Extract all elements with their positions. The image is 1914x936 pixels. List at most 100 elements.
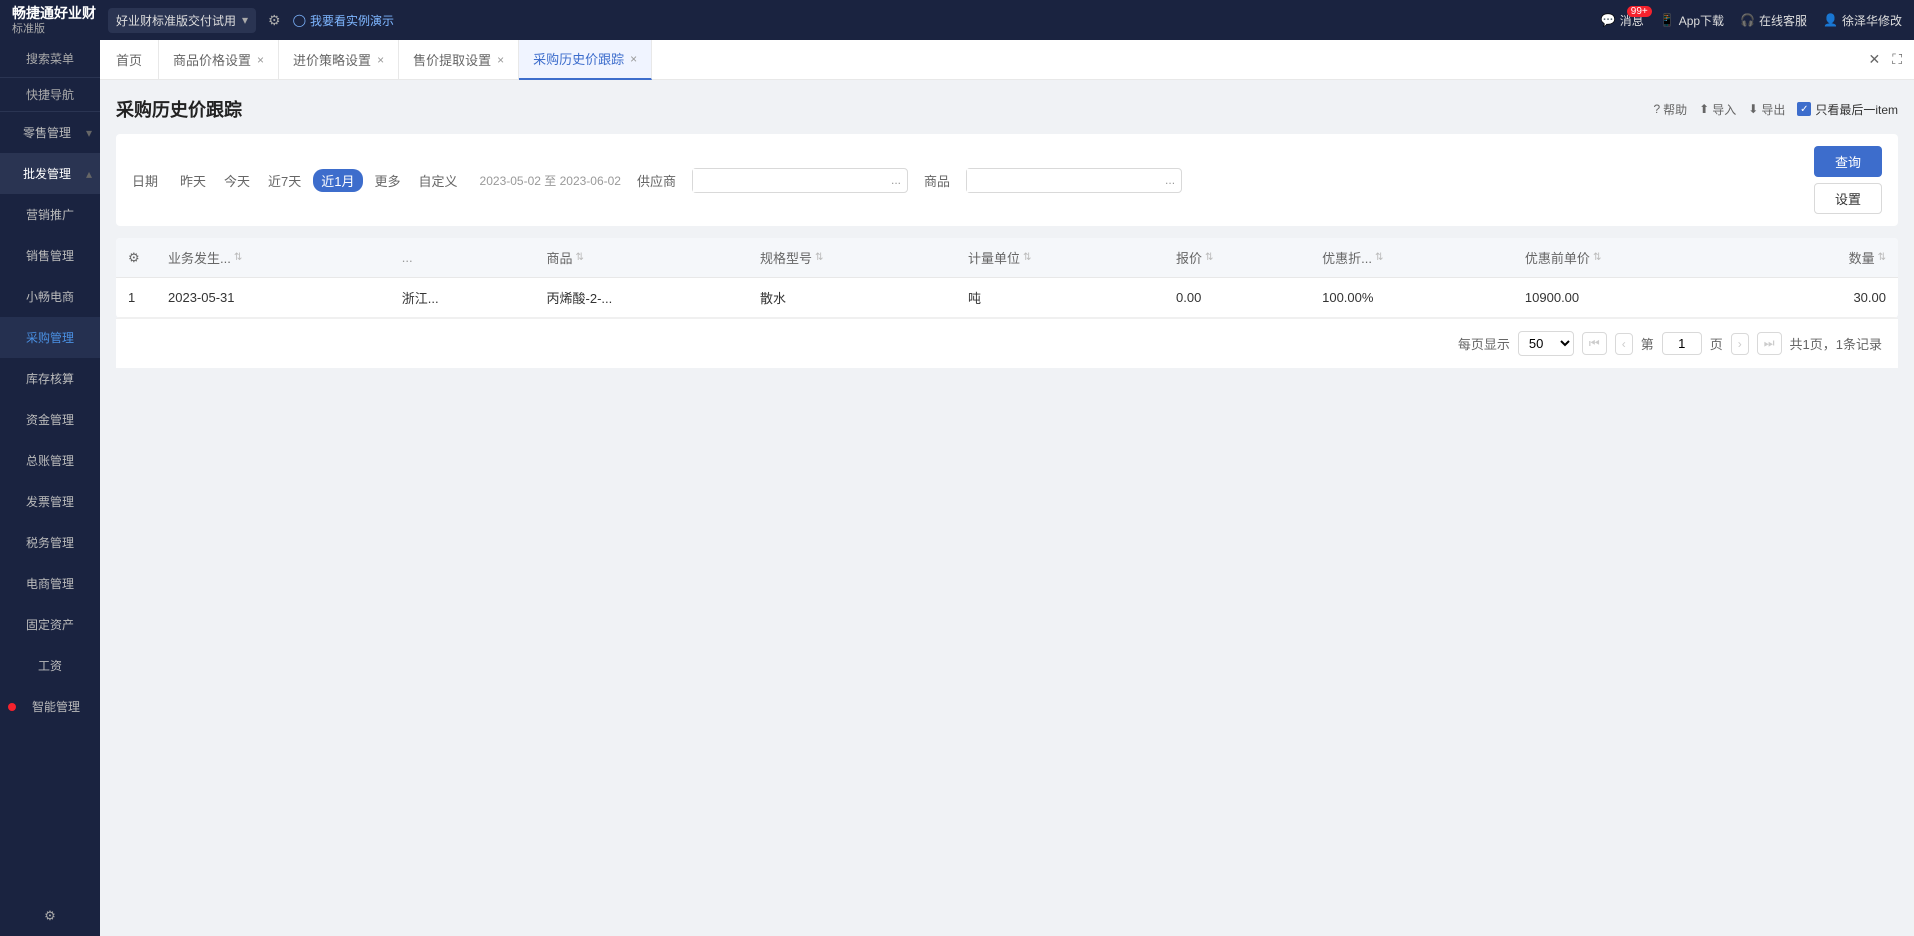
date-options: 昨天 今天 近7天 近1月 更多 自定义 — [174, 169, 464, 192]
page-input[interactable] — [1662, 332, 1702, 355]
sidebar-item-ecommerce[interactable]: 电商管理 — [0, 563, 100, 604]
page-label: 第 — [1641, 334, 1654, 353]
tab-strategy-label: 进价策略设置 — [293, 50, 371, 69]
sidebar-label-assets: 固定资产 — [8, 616, 92, 633]
online-service-btn[interactable]: 🎧 在线客服 — [1740, 12, 1807, 29]
cell-qty: 30.00 — [1752, 278, 1898, 318]
tab-home[interactable]: 首页 — [100, 40, 159, 80]
settings-icon[interactable]: ⚙ — [268, 12, 281, 29]
export-label: 导出 — [1761, 101, 1785, 118]
sidebar-item-finance[interactable]: 资金管理 — [0, 399, 100, 440]
app-download-btn[interactable]: 📱 App下载 — [1660, 12, 1724, 29]
sidebar-item-smart[interactable]: 智能管理 — [0, 686, 100, 727]
tab-history-price[interactable]: 采购历史价跟踪 × — [519, 40, 652, 80]
sidebar-label-wholesale: 批发管理 — [8, 165, 86, 182]
sidebar-item-tax[interactable]: 税务管理 — [0, 522, 100, 563]
th-spec[interactable]: 规格型号 ⇅ — [748, 238, 956, 278]
page-actions: ? 帮助 ⬆ 导入 ⬇ 导出 ✓ 只看最后一item — [1653, 101, 1898, 118]
setting-button[interactable]: 设置 — [1814, 183, 1882, 214]
sidebar-item-assets[interactable]: 固定资产 — [0, 604, 100, 645]
table-header-row: ⚙ 业务发生... ⇅ ... — [116, 238, 1898, 278]
th-qty[interactable]: 数量 ⇅ — [1752, 238, 1898, 278]
sidebar-item-retail[interactable]: 零售管理 ▾ — [0, 112, 100, 153]
cell-unit: 吨 — [956, 278, 1164, 318]
goods-more-btn[interactable]: ... — [1159, 169, 1181, 191]
supplier-input[interactable] — [693, 169, 885, 192]
tab-maximize-icon[interactable]: ⛶ — [1888, 47, 1906, 72]
help-link[interactable]: ? 帮助 — [1653, 101, 1687, 118]
th-ellipsis[interactable]: ... — [390, 238, 535, 278]
only-latest-toggle[interactable]: ✓ 只看最后一item — [1797, 101, 1898, 118]
top-bar-right: 💬 消息 99+ 📱 App下载 🎧 在线客服 👤 徐泽华修改 — [1601, 12, 1902, 29]
date-opt-last1m[interactable]: 近1月 — [313, 169, 362, 192]
date-opt-today[interactable]: 今天 — [218, 169, 256, 192]
goods-input[interactable] — [967, 169, 1159, 192]
sidebar-item-account[interactable]: 总账管理 — [0, 440, 100, 481]
th-biz-date[interactable]: 业务发生... ⇅ — [156, 238, 390, 278]
sidebar-quick-nav[interactable]: 快捷导航 — [0, 78, 100, 112]
sidebar-item-marketing[interactable]: 营销推广 — [0, 194, 100, 235]
tab-history-price-close[interactable]: × — [630, 52, 637, 66]
sidebar-label-salary: 工资 — [8, 657, 92, 674]
date-opt-last7[interactable]: 近7天 — [262, 169, 307, 192]
sidebar-label-purchase: 采购管理 — [8, 329, 92, 346]
date-opt-custom[interactable]: 自定义 — [413, 169, 464, 192]
tab-sale-price-close[interactable]: × — [497, 53, 504, 67]
sidebar-item-salary[interactable]: 工资 — [0, 645, 100, 686]
th-pre-discount[interactable]: 优惠前单价 ⇅ — [1513, 238, 1752, 278]
sidebar-gear-btn[interactable]: ⚙ — [0, 896, 100, 936]
tab-strategy-close[interactable]: × — [377, 53, 384, 67]
sidebar-item-purchase[interactable]: 采购管理 — [0, 317, 100, 358]
sort-discount-icon: ⇅ — [1375, 252, 1383, 263]
date-opt-more[interactable]: 更多 — [369, 169, 407, 192]
sidebar-item-inventory[interactable]: 库存核算 — [0, 358, 100, 399]
query-button[interactable]: 查询 — [1814, 146, 1882, 177]
sidebar-search[interactable]: 搜索菜单 — [0, 40, 100, 78]
supplier-more-btn[interactable]: ... — [885, 169, 907, 191]
sidebar-item-ecommerce-small[interactable]: 小畅电商 — [0, 276, 100, 317]
sidebar-label-account: 总账管理 — [8, 452, 92, 469]
th-discount[interactable]: 优惠折... ⇅ — [1310, 238, 1513, 278]
goods-input-wrap: ... — [966, 168, 1182, 193]
th-unit[interactable]: 计量单位 ⇅ — [956, 238, 1164, 278]
sort-unit-icon: ⇅ — [1023, 252, 1031, 263]
tab-bar-actions: ✕ ⛶ — [1856, 47, 1914, 72]
online-service-label: 在线客服 — [1759, 12, 1807, 29]
date-opt-yesterday[interactable]: 昨天 — [174, 169, 212, 192]
tab-price-label: 商品价格设置 — [173, 50, 251, 69]
tab-sale-price[interactable]: 售价提取设置 × — [399, 40, 519, 80]
chevron-right-icon: ▾ — [86, 126, 92, 140]
tab-close-icon[interactable]: ✕ — [1864, 47, 1884, 72]
column-settings-icon[interactable]: ⚙ — [128, 250, 140, 265]
tab-price[interactable]: 商品价格设置 × — [159, 40, 279, 80]
sidebar-item-wholesale[interactable]: 批发管理 ▴ — [0, 153, 100, 194]
user-menu[interactable]: 👤 徐泽华修改 — [1823, 12, 1902, 29]
message-btn[interactable]: 💬 消息 99+ — [1601, 12, 1644, 29]
version-selector[interactable]: 好业财标准版交付试用 ▾ — [108, 8, 256, 33]
sidebar-item-invoice[interactable]: 发票管理 — [0, 481, 100, 522]
th-quote[interactable]: 报价 ⇅ — [1164, 238, 1310, 278]
tab-strategy[interactable]: 进价策略设置 × — [279, 40, 399, 80]
cell-supplier: 浙江... — [390, 278, 535, 318]
expand-columns-icon[interactable]: ... — [402, 250, 413, 265]
sort-quote-icon: ⇅ — [1205, 252, 1213, 263]
cell-biz-date: 2023-05-31 — [156, 278, 390, 318]
notification-dot — [8, 703, 16, 711]
tab-price-close[interactable]: × — [257, 53, 264, 67]
page-size-select[interactable]: 50 100 200 — [1518, 331, 1574, 356]
next-page-btn[interactable]: › — [1731, 333, 1749, 355]
app-download-icon: 📱 — [1660, 13, 1675, 27]
date-range-text: 2023-05-02 至 2023-06-02 — [480, 172, 621, 189]
th-settings: ⚙ — [116, 238, 156, 278]
export-link[interactable]: ⬇ 导出 — [1748, 101, 1785, 118]
import-link[interactable]: ⬆ 导入 — [1699, 101, 1736, 118]
page-title: 采购历史价跟踪 — [116, 96, 242, 122]
demo-link[interactable]: ◯ 我要看实例演示 — [293, 12, 394, 29]
user-icon: 👤 — [1823, 13, 1838, 27]
th-goods[interactable]: 商品 ⇅ — [535, 238, 749, 278]
last-page-btn[interactable]: ⏭ — [1757, 332, 1782, 355]
filter-row: 日期 昨天 今天 近7天 近1月 更多 自定义 2023-05-02 至 202… — [132, 146, 1882, 214]
first-page-btn[interactable]: ⏮ — [1582, 332, 1607, 355]
sidebar-item-sales[interactable]: 销售管理 — [0, 235, 100, 276]
prev-page-btn[interactable]: ‹ — [1615, 333, 1633, 355]
